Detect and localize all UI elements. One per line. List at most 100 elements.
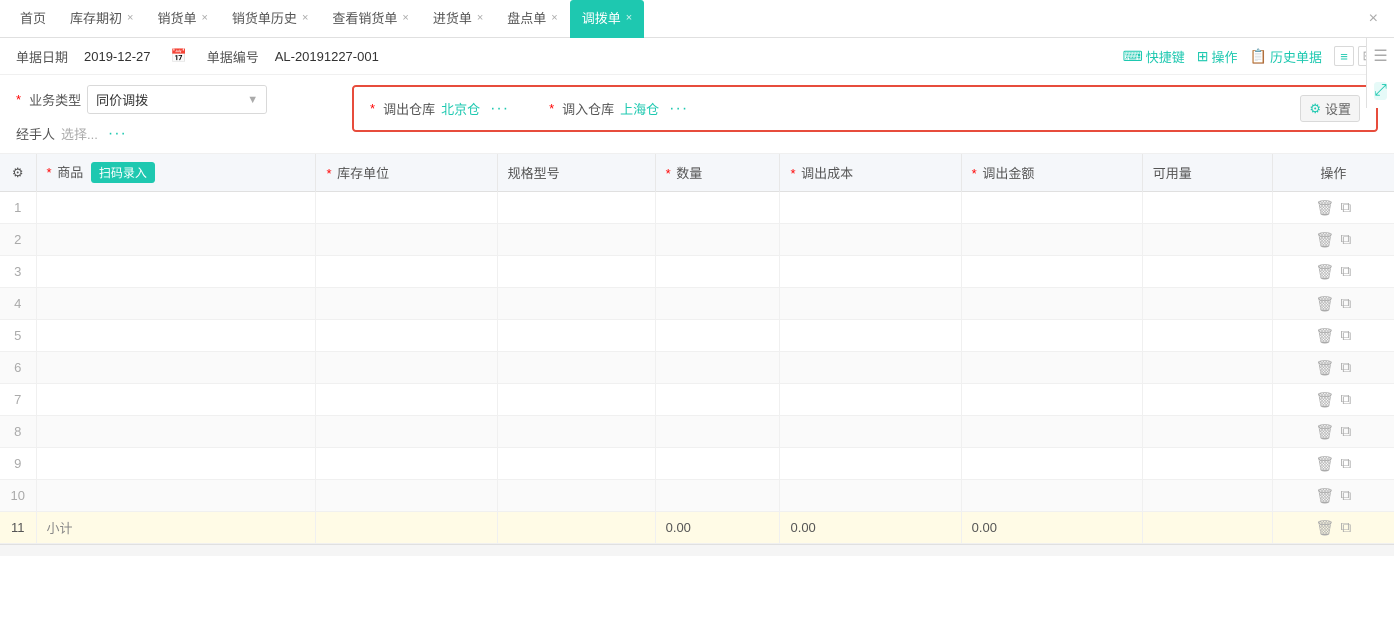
unit-cell-8[interactable] <box>316 416 497 448</box>
tab-home[interactable]: 首页 <box>8 0 58 38</box>
delete-icon-row-9[interactable]: 🗑 <box>1315 455 1334 473</box>
avail-cell-3[interactable] <box>1142 256 1272 288</box>
delete-icon-row-1[interactable]: 🗑 <box>1315 199 1334 217</box>
cost-cell-8[interactable] <box>780 416 961 448</box>
amount-cell-3[interactable] <box>961 256 1142 288</box>
goods-cell-4[interactable] <box>36 288 316 320</box>
spec-cell-3[interactable] <box>497 256 655 288</box>
goods-cell-7[interactable] <box>36 384 316 416</box>
spec-cell-5[interactable] <box>497 320 655 352</box>
copy-icon-row-8[interactable]: ⧉ <box>1341 423 1352 440</box>
spec-cell-10[interactable] <box>497 480 655 512</box>
copy-icon-row-5[interactable]: ⧉ <box>1341 327 1352 344</box>
avail-cell-9[interactable] <box>1142 448 1272 480</box>
delete-icon-row-2[interactable]: 🗑 <box>1315 231 1334 249</box>
cost-cell-6[interactable] <box>780 352 961 384</box>
cost-cell-10[interactable] <box>780 480 961 512</box>
tab-transfer[interactable]: 调拨单 × <box>570 0 644 38</box>
unit-cell-3[interactable] <box>316 256 497 288</box>
amount-cell-6[interactable] <box>961 352 1142 384</box>
copy-icon-row-4[interactable]: ⧉ <box>1341 295 1352 312</box>
biz-type-select[interactable]: 同价调拨 ▼ <box>87 85 267 114</box>
delete-icon-row-6[interactable]: 🗑 <box>1315 359 1334 377</box>
amount-cell-10[interactable] <box>961 480 1142 512</box>
cost-cell-7[interactable] <box>780 384 961 416</box>
person-select[interactable]: 选择... <box>61 124 98 143</box>
unit-cell-7[interactable] <box>316 384 497 416</box>
spec-cell-4[interactable] <box>497 288 655 320</box>
unit-cell-5[interactable] <box>316 320 497 352</box>
unit-cell-9[interactable] <box>316 448 497 480</box>
qty-cell-7[interactable] <box>655 384 780 416</box>
goods-cell-2[interactable] <box>36 224 316 256</box>
qty-cell-3[interactable] <box>655 256 780 288</box>
window-close-icon[interactable]: × <box>1361 10 1386 28</box>
qty-cell-2[interactable] <box>655 224 780 256</box>
goods-cell-6[interactable] <box>36 352 316 384</box>
amount-cell-1[interactable] <box>961 192 1142 224</box>
tab-purchase[interactable]: 进货单 × <box>421 0 495 38</box>
unit-cell-2[interactable] <box>316 224 497 256</box>
in-warehouse-more-icon[interactable]: ··· <box>669 100 688 118</box>
spec-cell-7[interactable] <box>497 384 655 416</box>
amount-cell-8[interactable] <box>961 416 1142 448</box>
delete-icon-row-4[interactable]: 🗑 <box>1315 295 1334 313</box>
tab-close-view-sales[interactable]: × <box>402 12 408 24</box>
delete-icon-row-3[interactable]: 🗑 <box>1315 263 1334 281</box>
spec-cell-2[interactable] <box>497 224 655 256</box>
tab-close-purchase[interactable]: × <box>477 12 483 24</box>
unit-cell-4[interactable] <box>316 288 497 320</box>
avail-cell-4[interactable] <box>1142 288 1272 320</box>
tab-sales-order[interactable]: 销货单 × <box>145 0 219 38</box>
cost-cell-1[interactable] <box>780 192 961 224</box>
goods-cell-5[interactable] <box>36 320 316 352</box>
layout-icon-1[interactable]: ≡ <box>1334 46 1354 66</box>
avail-cell-5[interactable] <box>1142 320 1272 352</box>
goods-cell-3[interactable] <box>36 256 316 288</box>
amount-cell-4[interactable] <box>961 288 1142 320</box>
cost-cell-4[interactable] <box>780 288 961 320</box>
tab-close-sales-order[interactable]: × <box>201 12 207 24</box>
scan-button[interactable]: 扫码录入 <box>91 162 155 183</box>
amount-cell-2[interactable] <box>961 224 1142 256</box>
spec-cell-6[interactable] <box>497 352 655 384</box>
delete-icon-row-7[interactable]: 🗑 <box>1315 391 1334 409</box>
tab-close-sales-history[interactable]: × <box>302 12 308 24</box>
tab-close-inventory-init[interactable]: × <box>127 12 133 24</box>
panel-list-icon[interactable]: ☰ <box>1373 46 1387 66</box>
qty-cell-4[interactable] <box>655 288 780 320</box>
copy-icon-row-2[interactable]: ⧉ <box>1341 231 1352 248</box>
copy-icon-row-7[interactable]: ⧉ <box>1341 391 1352 408</box>
avail-cell-1[interactable] <box>1142 192 1272 224</box>
th-settings[interactable]: ⚙ <box>0 154 36 192</box>
tab-close-stocktake[interactable]: × <box>551 12 557 24</box>
avail-cell-2[interactable] <box>1142 224 1272 256</box>
scroll-bar[interactable] <box>0 544 1394 556</box>
avail-cell-7[interactable] <box>1142 384 1272 416</box>
goods-cell-10[interactable] <box>36 480 316 512</box>
qty-cell-5[interactable] <box>655 320 780 352</box>
tab-view-sales[interactable]: 查看销货单 × <box>320 0 420 38</box>
cost-cell-5[interactable] <box>780 320 961 352</box>
delete-icon-row-11[interactable]: 🗑 <box>1315 519 1334 537</box>
qty-cell-1[interactable] <box>655 192 780 224</box>
panel-expand-icon[interactable]: ⤢ <box>1374 82 1387 100</box>
qty-cell-9[interactable] <box>655 448 780 480</box>
qty-cell-6[interactable] <box>655 352 780 384</box>
spec-cell-8[interactable] <box>497 416 655 448</box>
copy-icon-row-3[interactable]: ⧉ <box>1341 263 1352 280</box>
unit-cell-6[interactable] <box>316 352 497 384</box>
tab-inventory-init[interactable]: 库存期初 × <box>58 0 145 38</box>
qty-cell-8[interactable] <box>655 416 780 448</box>
cost-cell-3[interactable] <box>780 256 961 288</box>
amount-cell-9[interactable] <box>961 448 1142 480</box>
unit-cell-1[interactable] <box>316 192 497 224</box>
shortcut-action[interactable]: ⌨ 快捷键 <box>1123 47 1185 66</box>
copy-icon-row-10[interactable]: ⧉ <box>1341 487 1352 504</box>
delete-icon-row-5[interactable]: 🗑 <box>1315 327 1334 345</box>
copy-icon-row-1[interactable]: ⧉ <box>1341 199 1352 216</box>
goods-cell-8[interactable] <box>36 416 316 448</box>
copy-icon-row-11[interactable]: ⧉ <box>1341 519 1352 536</box>
operations-action[interactable]: ⊞ 操作 <box>1197 47 1238 66</box>
tab-close-transfer[interactable]: × <box>626 12 632 24</box>
